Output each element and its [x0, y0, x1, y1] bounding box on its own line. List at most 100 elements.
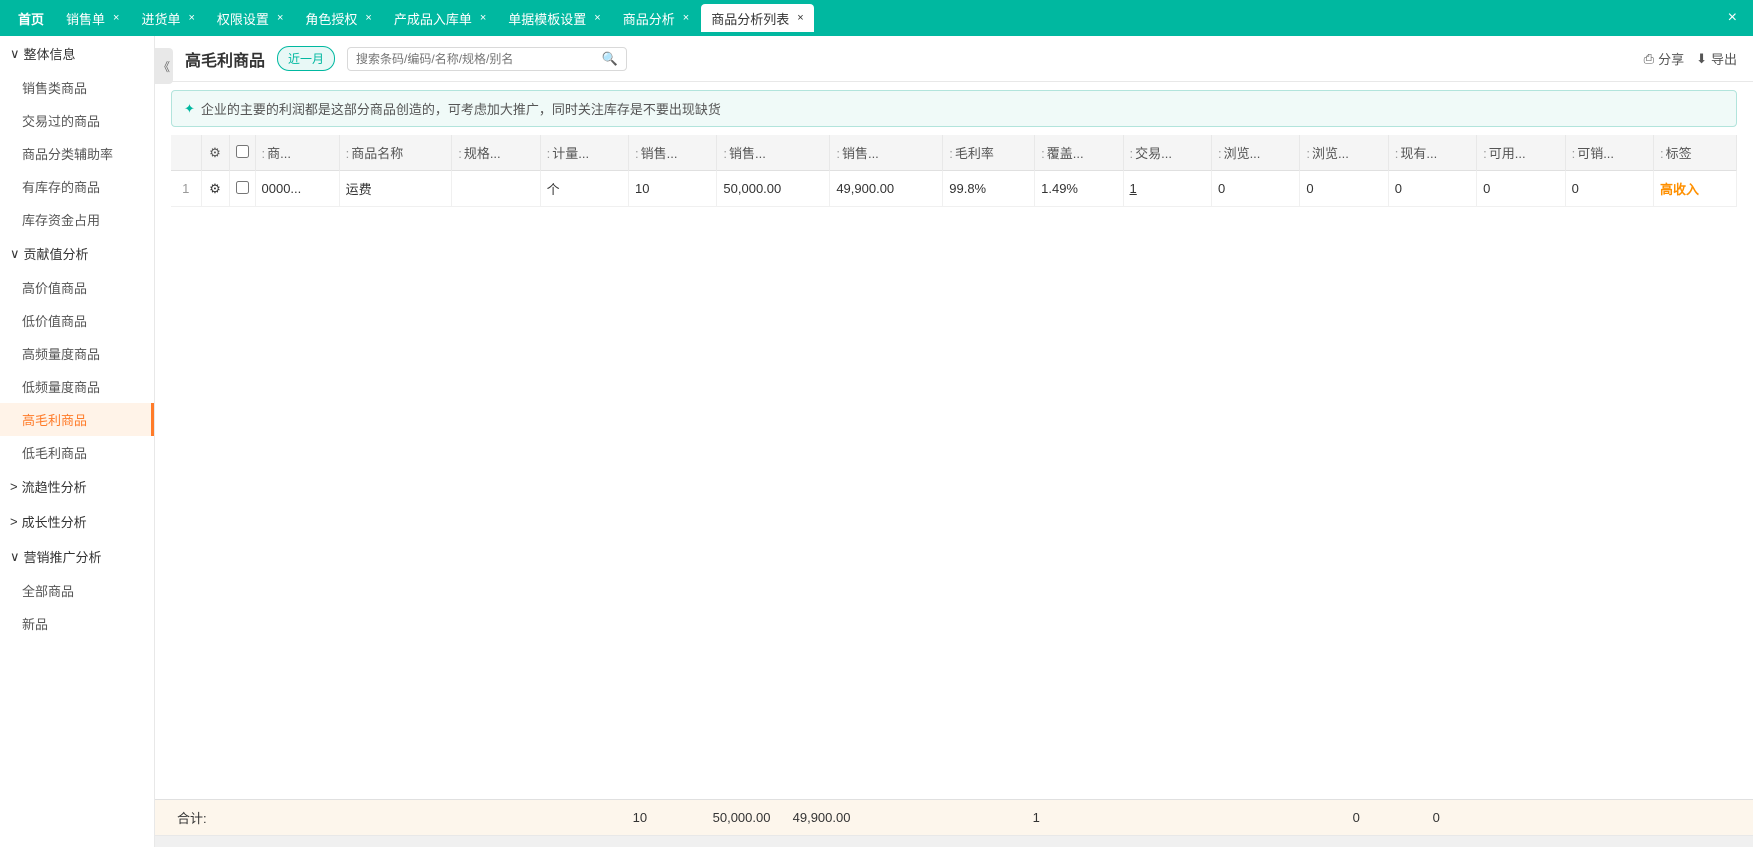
col-header-settings: ⚙	[201, 135, 229, 171]
sidebar-item-low-margin-goods[interactable]: 低毛利商品	[0, 436, 154, 469]
sidebar-group-trend-analysis[interactable]: >流趋性分析	[0, 469, 154, 504]
sidebar: ∨整体信息销售类商品交易过的商品商品分类辅助率有库存的商品库存资金占用∨贡献值分…	[0, 36, 155, 847]
close-tab-icon-permission-settings[interactable]: ×	[277, 12, 283, 24]
nav-tab-product-warehouse[interactable]: 产成品入库单×	[384, 4, 496, 32]
select-all-checkbox[interactable]	[236, 145, 249, 158]
group-label: 贡献值分析	[24, 244, 89, 263]
search-input[interactable]	[356, 52, 598, 66]
sidebar-item-low-value-goods[interactable]: 低价值商品	[0, 304, 154, 337]
close-tab-icon-sales-order[interactable]: ×	[113, 12, 119, 24]
col-header-code[interactable]: 商...	[255, 135, 339, 171]
col-header-coverage[interactable]: 覆盖...	[1035, 135, 1123, 171]
row-checkbox[interactable]	[229, 171, 255, 207]
col-header-unit[interactable]: 计量...	[540, 135, 628, 171]
nav-tab-sales-order[interactable]: 销售单×	[56, 4, 129, 32]
group-label: 整体信息	[24, 44, 76, 63]
col-header-name[interactable]: 商品名称	[339, 135, 452, 171]
footer-cell-15: 0	[1427, 810, 1507, 825]
main-layout: ∨整体信息销售类商品交易过的商品商品分类辅助率有库存的商品库存资金占用∨贡献值分…	[0, 36, 1753, 847]
footer-cell-2	[387, 810, 467, 825]
close-tab-icon-role-permission[interactable]: ×	[365, 12, 371, 24]
sidebar-item-low-freq-goods[interactable]: 低频量度商品	[0, 370, 154, 403]
group-label: 营销推广分析	[24, 547, 102, 566]
col-header-sales-qty[interactable]: 销售...	[629, 135, 717, 171]
row-current-stock: 0	[1388, 171, 1476, 207]
sidebar-item-all-goods[interactable]: 全部商品	[0, 574, 154, 607]
sidebar-item-high-value-goods[interactable]: 高价值商品	[0, 271, 154, 304]
sidebar-item-in-stock-goods[interactable]: 有库存的商品	[0, 170, 154, 203]
sidebar-item-traded-goods[interactable]: 交易过的商品	[0, 104, 154, 137]
sidebar-item-high-margin-goods[interactable]: 高毛利商品	[0, 403, 154, 436]
share-icon: ⎙	[1644, 51, 1654, 67]
col-header-transaction[interactable]: 交易...	[1123, 135, 1211, 171]
col-header-tag[interactable]: 标签	[1653, 135, 1736, 171]
nav-tab-home[interactable]: 首页	[8, 4, 54, 32]
sidebar-group-marketing-analysis[interactable]: ∨营销推广分析	[0, 539, 154, 574]
footer-cell-6: 50,000.00	[707, 810, 787, 825]
sidebar-item-sales-goods[interactable]: 销售类商品	[0, 71, 154, 104]
footer-cell-11	[1107, 810, 1187, 825]
search-icon[interactable]: 🔍	[602, 51, 618, 67]
col-header-current-stock[interactable]: 现有...	[1388, 135, 1476, 171]
col-header-sales-cost[interactable]: 销售...	[830, 135, 943, 171]
sidebar-item-goods-assist-rate[interactable]: 商品分类辅助率	[0, 137, 154, 170]
col-header-checkbox	[229, 135, 255, 171]
col-header-sales-amount[interactable]: 销售...	[717, 135, 830, 171]
close-tab-icon-product-warehouse[interactable]: ×	[480, 12, 486, 24]
close-tab-icon-template-settings[interactable]: ×	[594, 12, 600, 24]
row-select-checkbox[interactable]	[236, 181, 249, 194]
info-icon: ✦	[184, 101, 195, 117]
group-label: 成长性分析	[22, 512, 87, 531]
close-tab-icon-product-analysis[interactable]: ×	[683, 12, 689, 24]
nav-tab-role-permission[interactable]: 角色授权×	[295, 4, 381, 32]
content-area: 《 高毛利商品 近一月 🔍 ⎙ 分享 ⬇ 导出	[155, 36, 1753, 847]
nav-tab-purchase-order[interactable]: 进货单×	[131, 4, 204, 32]
group-arrow-icon: ∨	[10, 549, 20, 565]
group-label: 流趋性分析	[22, 477, 87, 496]
group-arrow-icon: >	[10, 514, 18, 529]
close-tab-icon-product-analysis-list[interactable]: ×	[797, 12, 803, 24]
footer-cell-1	[307, 810, 387, 825]
row-transaction: 1	[1123, 171, 1211, 207]
row-settings[interactable]: ⚙	[201, 171, 229, 207]
table-footer: 合计: 1050,000.0049,900.00100	[155, 799, 1753, 835]
nav-tab-product-analysis-list[interactable]: 商品分析列表×	[701, 4, 813, 32]
filter-button[interactable]: 近一月	[277, 46, 335, 71]
nav-tab-template-settings[interactable]: 单据模板设置×	[498, 4, 610, 32]
sidebar-item-new-goods[interactable]: 新品	[0, 607, 154, 640]
sidebar-item-high-freq-goods[interactable]: 高频量度商品	[0, 337, 154, 370]
close-tab-icon-purchase-order[interactable]: ×	[188, 12, 194, 24]
footer-cell-8	[867, 810, 947, 825]
sidebar-item-inventory-capital[interactable]: 库存资金占用	[0, 203, 154, 236]
sidebar-group-growth-analysis[interactable]: > 成长性分析	[0, 504, 154, 539]
nav-tab-permission-settings[interactable]: 权限设置×	[207, 4, 293, 32]
footer-cells: 1050,000.0049,900.00100	[227, 810, 1731, 825]
table-container: ⚙商...商品名称规格...计量...销售...销售...销售...毛利率覆盖.…	[155, 135, 1753, 799]
group-arrow-icon: ∨	[10, 246, 20, 262]
row-browse1: 0	[1211, 171, 1299, 207]
footer-cell-12	[1187, 810, 1267, 825]
col-header-browse2[interactable]: 浏览...	[1300, 135, 1388, 171]
sidebar-collapse-button[interactable]: 《	[155, 48, 173, 84]
close-window-button[interactable]: ×	[1720, 9, 1745, 27]
info-banner: ✦ 企业的主要的利润都是这部分商品创造的，可考虑加大推广，同时关注库存是不要出现…	[171, 90, 1737, 127]
share-button[interactable]: ⎙ 分享	[1644, 49, 1684, 68]
col-header-saleable[interactable]: 可销...	[1565, 135, 1653, 171]
scrollbar[interactable]	[155, 835, 1753, 847]
page-title: 高毛利商品	[185, 47, 265, 71]
row-name: 运费	[339, 171, 452, 207]
col-header-spec[interactable]: 规格...	[452, 135, 540, 171]
col-header-gross-rate[interactable]: 毛利率	[943, 135, 1035, 171]
col-header-browse1[interactable]: 浏览...	[1211, 135, 1299, 171]
row-browse2: 0	[1300, 171, 1388, 207]
col-header-available[interactable]: 可用...	[1477, 135, 1565, 171]
export-button[interactable]: ⬇ 导出	[1696, 49, 1737, 68]
table-row: 1⚙0000...运费个1050,000.0049,900.0099.8%1.4…	[171, 171, 1737, 207]
export-icon: ⬇	[1696, 51, 1707, 67]
info-banner-text: 企业的主要的利润都是这部分商品创造的，可考虑加大推广，同时关注库存是不要出现缺货	[201, 99, 721, 118]
row-coverage: 1.49%	[1035, 171, 1123, 207]
sidebar-group-wealth-analysis[interactable]: ∨贡献值分析	[0, 236, 154, 271]
nav-tab-product-analysis[interactable]: 商品分析×	[613, 4, 699, 32]
group-arrow-icon: ∨	[10, 46, 20, 62]
sidebar-group-overall-info[interactable]: ∨整体信息	[0, 36, 154, 71]
